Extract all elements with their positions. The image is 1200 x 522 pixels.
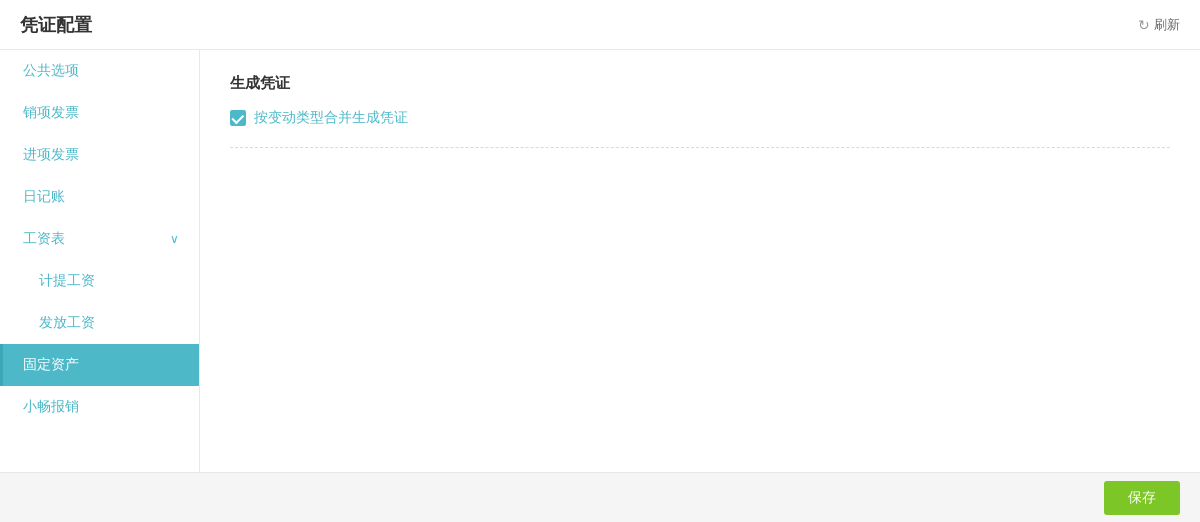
sidebar-item-label: 固定资产 (23, 356, 79, 374)
content-area: 生成凭证 按变动类型合并生成凭证 (200, 50, 1200, 472)
sidebar: 公共选项销项发票进项发票日记账工资表 ∨ 计提工资发放工资固定资产小畅报销 (0, 50, 200, 472)
sidebar-item-label: 公共选项 (23, 62, 79, 80)
sidebar-item-fixed-assets[interactable]: 固定资产 (0, 344, 199, 386)
sidebar-item-label: 工资表 (23, 230, 65, 248)
refresh-icon: ↻ (1138, 17, 1150, 33)
sidebar-item-label: 小畅报销 (23, 398, 79, 416)
sidebar-item-label: 销项发票 (23, 104, 79, 122)
sidebar-item-public-options[interactable]: 公共选项 (0, 50, 199, 92)
sidebar-item-label: 日记账 (23, 188, 65, 206)
chevron-down-icon: ∨ (170, 232, 179, 246)
sidebar-item-payroll-calc[interactable]: 计提工资 (0, 260, 199, 302)
checkbox-label[interactable]: 按变动类型合并生成凭证 (254, 109, 408, 127)
footer: 保存 (0, 472, 1200, 522)
divider (230, 147, 1170, 148)
refresh-label: 刷新 (1154, 16, 1180, 34)
refresh-button[interactable]: ↻ 刷新 (1138, 16, 1180, 34)
sidebar-item-label: 发放工资 (39, 314, 95, 332)
sidebar-item-payroll-table[interactable]: 工资表 ∨ (0, 218, 199, 260)
sidebar-item-label: 计提工资 (39, 272, 95, 290)
sidebar-item-purchase-invoice[interactable]: 进项发票 (0, 134, 199, 176)
main-content: 公共选项销项发票进项发票日记账工资表 ∨ 计提工资发放工资固定资产小畅报销 生成凭证… (0, 50, 1200, 472)
sidebar-item-payroll-pay[interactable]: 发放工资 (0, 302, 199, 344)
header: 凭证配置 ↻ 刷新 (0, 0, 1200, 50)
sidebar-item-label: 进项发票 (23, 146, 79, 164)
checkbox-row: 按变动类型合并生成凭证 (230, 109, 1170, 127)
sidebar-item-expense-report[interactable]: 小畅报销 (0, 386, 199, 428)
sidebar-item-sales-invoice[interactable]: 销项发票 (0, 92, 199, 134)
section-title: 生成凭证 (230, 74, 1170, 93)
sidebar-item-journal[interactable]: 日记账 (0, 176, 199, 218)
page-title: 凭证配置 (20, 13, 92, 37)
merge-checkbox[interactable] (230, 110, 246, 126)
save-button[interactable]: 保存 (1104, 481, 1180, 515)
